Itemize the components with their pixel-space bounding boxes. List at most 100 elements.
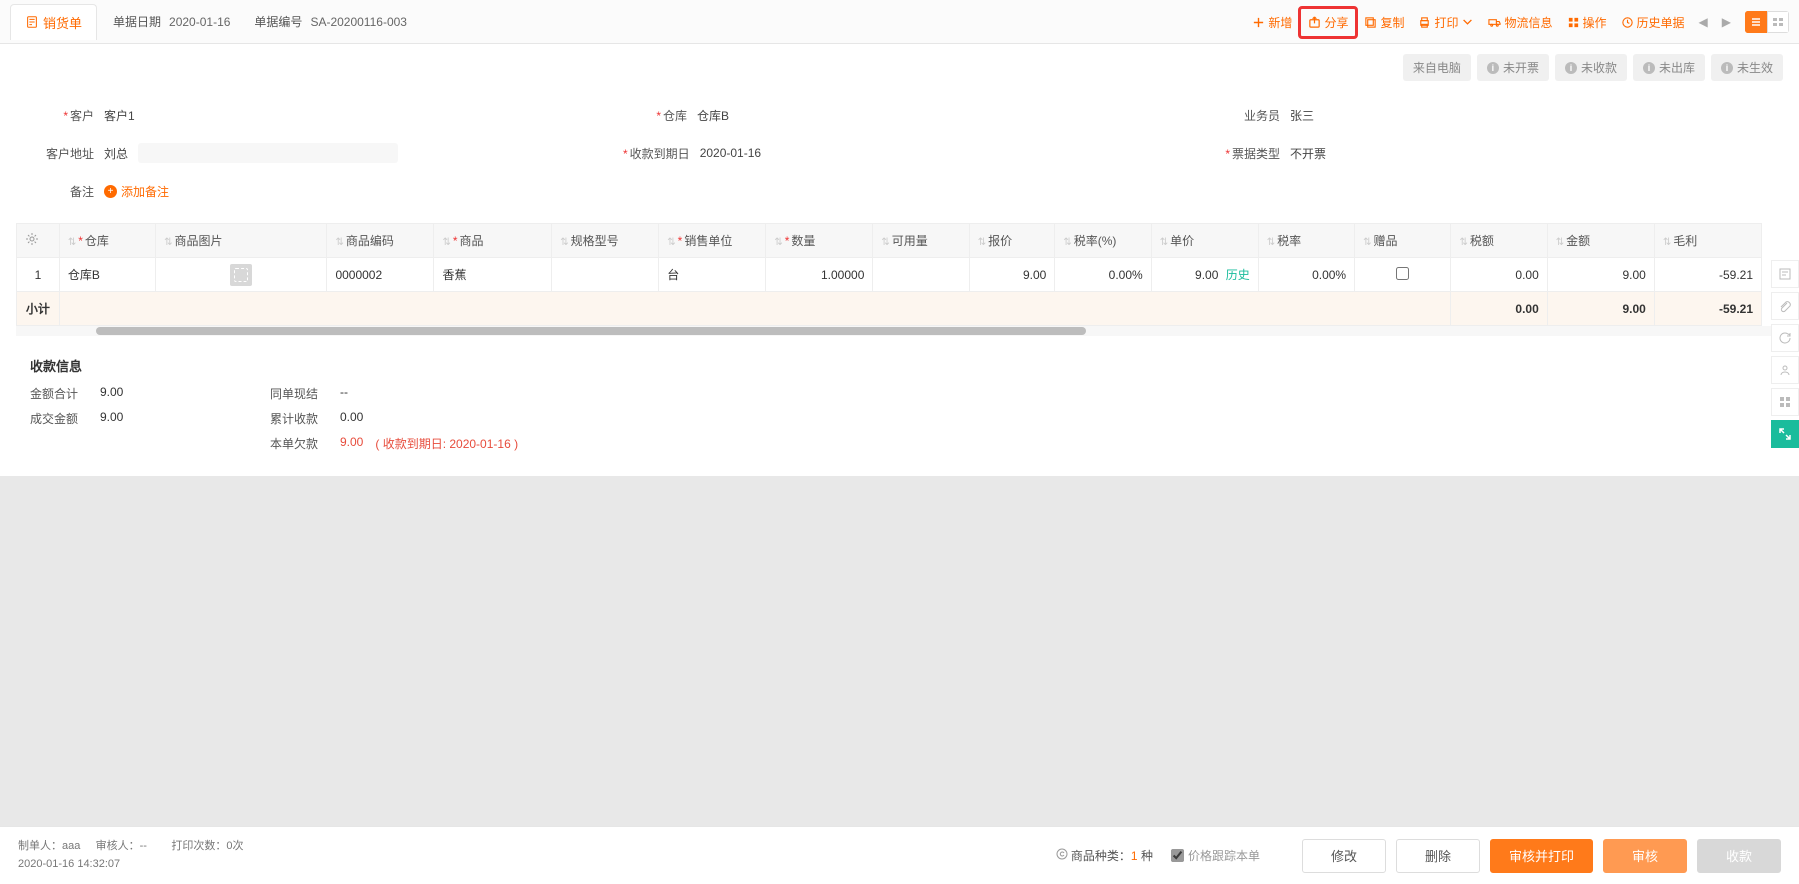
copy-icon xyxy=(1364,16,1377,29)
delete-button[interactable]: 删除 xyxy=(1396,839,1480,873)
footer-meta: 制单人：aaa 审核人：-- 打印次数：0次 2020-01-16 14:32:… xyxy=(18,838,244,873)
customer-value[interactable]: 客户1 xyxy=(104,107,135,124)
toolbar: 新增 分享 复制 打印 物流信息 操作 xyxy=(1246,0,1789,44)
card-view-icon[interactable] xyxy=(1767,11,1789,33)
cell-taxrate[interactable]: 0.00% xyxy=(1258,258,1354,292)
address-value[interactable]: 刘总 xyxy=(104,145,128,162)
col-settings[interactable] xyxy=(17,224,60,258)
truck-icon xyxy=(1488,16,1501,29)
print-button[interactable]: 打印 xyxy=(1412,10,1480,35)
scrollbar-thumb[interactable] xyxy=(96,327,1086,335)
image-placeholder-icon xyxy=(230,264,252,286)
payment-section: 收款信息 金额合计9.00 同单现结-- 成交金额9.00 累计收款0.00 本… xyxy=(0,342,1799,476)
doc-code-field: 单据编号 SA-20200116-003 xyxy=(254,13,407,30)
gear-icon xyxy=(25,232,39,246)
info-icon: i xyxy=(1721,62,1733,74)
document-icon xyxy=(25,15,39,29)
invoice-value[interactable]: 不开票 xyxy=(1290,145,1326,162)
cell-gift[interactable] xyxy=(1355,258,1451,292)
audit-print-button[interactable]: 审核并打印 xyxy=(1490,839,1593,873)
col-product[interactable]: ⇅*商品 xyxy=(434,224,552,258)
field-invoice: *票据类型 不开票 xyxy=(1216,139,1769,167)
cell-amount: 9.00 xyxy=(1547,258,1654,292)
share-icon xyxy=(1308,16,1321,29)
ops-button[interactable]: 操作 xyxy=(1561,10,1613,35)
salesman-value[interactable]: 张三 xyxy=(1290,107,1314,124)
edit-button[interactable]: 修改 xyxy=(1302,839,1386,873)
col-spec[interactable]: ⇅规格型号 xyxy=(552,224,659,258)
cell-warehouse[interactable]: 仓库B xyxy=(59,258,155,292)
doc-date-field: 单据日期 2020-01-16 xyxy=(113,13,230,30)
gift-checkbox[interactable] xyxy=(1396,267,1409,280)
price-follow-checkbox[interactable]: 价格跟踪本单 xyxy=(1171,847,1260,864)
rail-expand-icon[interactable] xyxy=(1771,420,1799,448)
plus-icon xyxy=(1252,16,1265,29)
rail-user-icon[interactable] xyxy=(1771,356,1799,384)
copy-button[interactable]: 复制 xyxy=(1358,10,1410,35)
cell-profit: -59.21 xyxy=(1654,258,1761,292)
col-profit[interactable]: ⇅毛利 xyxy=(1654,224,1761,258)
next-doc-button[interactable]: ▶ xyxy=(1716,15,1737,29)
share-button[interactable]: 分享 xyxy=(1300,8,1356,37)
form-grid: *客户 客户1 *仓库 仓库B 业务员 张三 客户地址 刘总 *收款到期日 20… xyxy=(0,87,1799,223)
rail-refresh-icon[interactable] xyxy=(1771,324,1799,352)
badge-unshipped: i未出库 xyxy=(1633,54,1705,81)
doc-date-value: 2020-01-16 xyxy=(169,15,230,29)
cell-qty[interactable]: 1.00000 xyxy=(766,258,873,292)
col-discount[interactable]: ⇅税率(%) xyxy=(1055,224,1151,258)
plus-circle-icon: + xyxy=(104,185,117,198)
cell-available xyxy=(873,258,969,292)
col-unit[interactable]: ⇅*销售单位 xyxy=(659,224,766,258)
subtotal-tax: 0.00 xyxy=(1451,292,1547,326)
cell-tax: 0.00 xyxy=(1451,258,1547,292)
badge-uninvoiced: i未开票 xyxy=(1477,54,1549,81)
field-remark: 备注 + 添加备注 xyxy=(30,177,1769,205)
cell-unit[interactable]: 台 xyxy=(659,258,766,292)
duedate-value[interactable]: 2020-01-16 xyxy=(700,146,761,160)
rail-grid-icon[interactable] xyxy=(1771,388,1799,416)
chevron-down-icon xyxy=(1461,16,1474,29)
payment-title: 收款信息 xyxy=(30,356,1769,375)
field-duedate: *收款到期日 2020-01-16 xyxy=(623,139,1176,167)
cell-product[interactable]: 香蕉 xyxy=(434,258,552,292)
add-button[interactable]: 新增 xyxy=(1246,10,1298,35)
col-available[interactable]: ⇅可用量 xyxy=(873,224,969,258)
history-button[interactable]: 历史单据 xyxy=(1615,10,1691,35)
col-warehouse[interactable]: ⇅*仓库 xyxy=(59,224,155,258)
price-history-link[interactable]: 历史 xyxy=(1226,268,1250,282)
col-code[interactable]: ⇅商品编码 xyxy=(327,224,434,258)
prev-doc-button[interactable]: ◀ xyxy=(1693,15,1714,29)
col-image[interactable]: ⇅商品图片 xyxy=(156,224,327,258)
cell-discount[interactable]: 0.00% xyxy=(1055,258,1151,292)
cell-code[interactable]: 0000002 xyxy=(327,258,434,292)
rail-attach-icon[interactable] xyxy=(1771,292,1799,320)
col-tax[interactable]: ⇅税额 xyxy=(1451,224,1547,258)
row-cum: 累计收款0.00 xyxy=(270,410,670,427)
view-toggle[interactable] xyxy=(1745,11,1789,33)
col-gift[interactable]: ⇅赠品 xyxy=(1355,224,1451,258)
cell-spec[interactable] xyxy=(552,258,659,292)
col-taxrate[interactable]: ⇅税率 xyxy=(1258,224,1354,258)
add-remark-button[interactable]: + 添加备注 xyxy=(104,183,169,200)
rail-note-icon[interactable] xyxy=(1771,260,1799,288)
audit-button[interactable]: 审核 xyxy=(1603,839,1687,873)
cell-image[interactable] xyxy=(156,258,327,292)
doc-code-value: SA-20200116-003 xyxy=(310,15,407,29)
collect-button[interactable]: 收款 xyxy=(1697,839,1781,873)
tab-sales-order[interactable]: 销货单 xyxy=(10,4,97,40)
table-row[interactable]: 1 仓库B 0000002 香蕉 台 1.00000 9.00 0.00% 9.… xyxy=(17,258,1762,292)
col-price[interactable]: ⇅单价 xyxy=(1151,224,1258,258)
warehouse-value[interactable]: 仓库B xyxy=(697,107,729,124)
logistics-button[interactable]: 物流信息 xyxy=(1482,10,1558,35)
col-amount[interactable]: ⇅金额 xyxy=(1547,224,1654,258)
subtotal-label: 小计 xyxy=(17,292,60,326)
copyright-icon xyxy=(1056,848,1068,860)
list-view-icon[interactable] xyxy=(1745,11,1767,33)
grid-icon xyxy=(1567,16,1580,29)
col-quote[interactable]: ⇅报价 xyxy=(969,224,1055,258)
cell-price[interactable]: 9.00 历史 xyxy=(1151,258,1258,292)
table-scrollbar[interactable] xyxy=(16,326,1783,336)
cell-quote[interactable]: 9.00 xyxy=(969,258,1055,292)
col-qty[interactable]: ⇅*数量 xyxy=(766,224,873,258)
footer-bar: 制单人：aaa 审核人：-- 打印次数：0次 2020-01-16 14:32:… xyxy=(0,826,1799,884)
